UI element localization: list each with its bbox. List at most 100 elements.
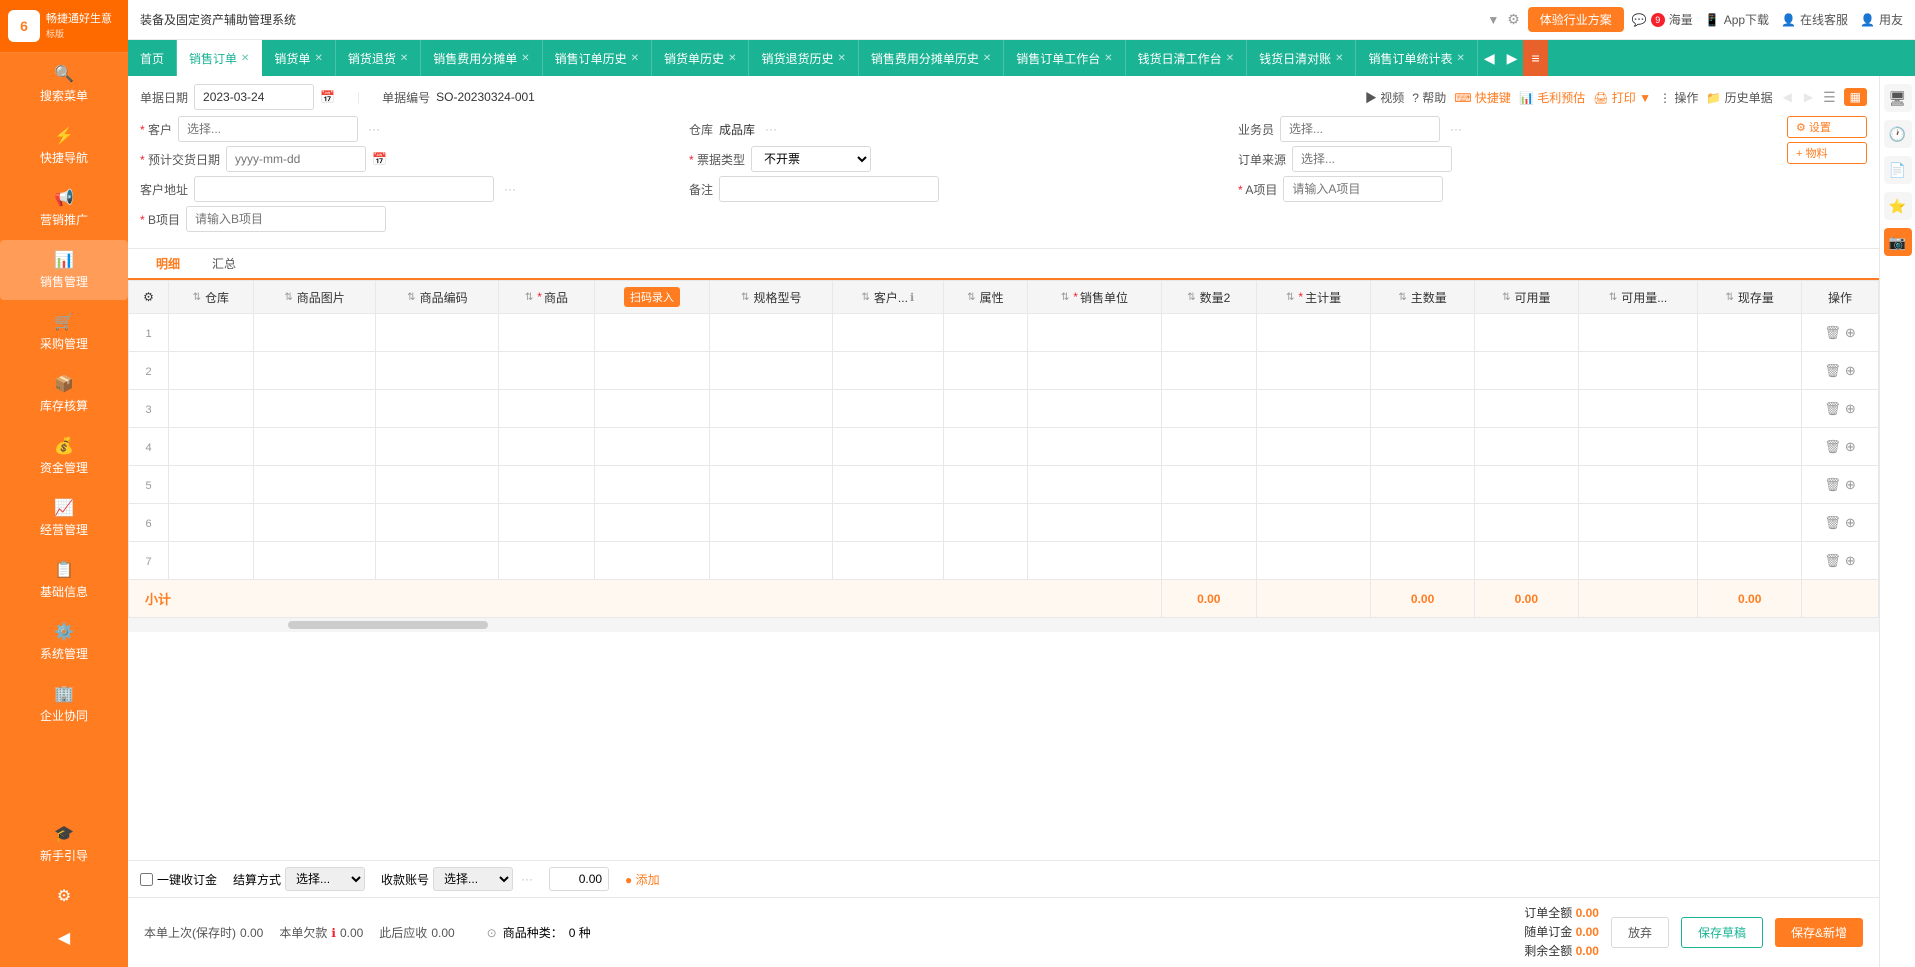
- rp-star[interactable]: ⭐: [1884, 192, 1912, 220]
- rp-paper[interactable]: 📄: [1884, 156, 1912, 184]
- rp-clock[interactable]: 🕐: [1884, 120, 1912, 148]
- cell-warehouse-1[interactable]: [169, 314, 254, 352]
- tab-close-expense[interactable]: ✕: [521, 53, 529, 64]
- sidebar-item-basic-info[interactable]: 📋 基础信息: [0, 550, 128, 610]
- tab-goods-history[interactable]: 销货单历史 ✕: [652, 40, 749, 76]
- cell-spec-2[interactable]: [710, 352, 833, 390]
- cell-code-1[interactable]: [376, 314, 499, 352]
- nav-next[interactable]: ▶: [1804, 90, 1813, 104]
- tab-expand-btn[interactable]: ≡: [1523, 40, 1547, 76]
- tab-home[interactable]: 首页: [128, 40, 177, 76]
- tab-close-expense-history[interactable]: ✕: [983, 53, 991, 64]
- cell-available-detail-2[interactable]: [1578, 352, 1698, 390]
- tab-close-order-workbench[interactable]: ✕: [1104, 53, 1112, 64]
- delete-row-5[interactable]: 🗑: [1824, 477, 1841, 493]
- copy-row-4[interactable]: ⊕: [1845, 439, 1856, 455]
- cell-qty2-3[interactable]: [1161, 390, 1256, 428]
- copy-row-2[interactable]: ⊕: [1845, 363, 1856, 379]
- tab-close-statistics[interactable]: ✕: [1457, 53, 1465, 64]
- customer-input[interactable]: [178, 116, 358, 142]
- cell-main-qty-3[interactable]: [1371, 390, 1475, 428]
- nav-prev[interactable]: ◀: [1783, 90, 1792, 104]
- tab-summary[interactable]: 汇总: [196, 249, 252, 278]
- sidebar-item-purchase[interactable]: 🛒 采购管理: [0, 302, 128, 362]
- cell-available-detail-3[interactable]: [1578, 390, 1698, 428]
- tab-close-sales-goods[interactable]: ✕: [314, 53, 322, 64]
- rp-monitor[interactable]: 🖥: [1884, 84, 1912, 112]
- sidebar-settings-btn[interactable]: ⚙: [0, 876, 128, 916]
- delete-row-7[interactable]: 🗑: [1824, 553, 1841, 569]
- user-item[interactable]: 👤 用友: [1860, 11, 1903, 28]
- order-source-input[interactable]: [1292, 146, 1452, 172]
- sidebar-collapse-btn[interactable]: ◀: [0, 918, 128, 958]
- operation-btn[interactable]: ⋮ 操作: [1659, 89, 1698, 106]
- cell-available-3[interactable]: [1474, 390, 1578, 428]
- add-payment-btn[interactable]: ● 添加: [625, 871, 660, 888]
- notes-input[interactable]: [719, 176, 939, 202]
- customer-dots[interactable]: ···: [368, 122, 380, 136]
- sidebar-item-inventory[interactable]: 📦 库存核算: [0, 364, 128, 424]
- settings-btn[interactable]: ⚙ 设置: [1787, 116, 1867, 138]
- copy-row-1[interactable]: ⊕: [1845, 325, 1856, 341]
- tab-return-history[interactable]: 销货退货历史 ✕: [749, 40, 858, 76]
- industry-btn[interactable]: 体验行业方案: [1528, 7, 1624, 32]
- cell-code-3[interactable]: [376, 390, 499, 428]
- cell-product-3[interactable]: [499, 390, 594, 428]
- online-service-item[interactable]: 👤 在线客服: [1781, 11, 1848, 28]
- tab-close-reconcile[interactable]: ✕: [1335, 53, 1343, 64]
- tab-reconcile[interactable]: 钱货日清对账 ✕: [1247, 40, 1356, 76]
- tab-sales-goods[interactable]: 销货单 ✕: [262, 40, 335, 76]
- cell-scan-1[interactable]: [594, 314, 710, 352]
- grid-view-icon[interactable]: ▦: [1844, 88, 1867, 106]
- date-input[interactable]: [194, 84, 314, 110]
- cell-attr-2[interactable]: [943, 352, 1028, 390]
- invoice-select[interactable]: 不开票 增值税发票: [751, 146, 871, 172]
- copy-row-5[interactable]: ⊕: [1845, 477, 1856, 493]
- th-settings[interactable]: ⚙: [129, 281, 169, 314]
- tab-return[interactable]: 销货退货 ✕: [336, 40, 421, 76]
- cell-customer-code-1[interactable]: [833, 314, 943, 352]
- cell-attr-3[interactable]: [943, 390, 1028, 428]
- cell-available-detail-1[interactable]: [1578, 314, 1698, 352]
- one-key-checkout-label[interactable]: 一键收订金: [140, 871, 217, 888]
- warehouse-dots[interactable]: ···: [765, 122, 777, 136]
- cell-image-1[interactable]: [253, 314, 376, 352]
- history-btn[interactable]: 📁 历史单据: [1706, 89, 1772, 106]
- salesperson-input[interactable]: [1280, 116, 1440, 142]
- payment-method-select[interactable]: 选择...: [285, 867, 365, 891]
- address-dots[interactable]: ···: [504, 182, 516, 196]
- notification-item[interactable]: 💬 9 海量: [1632, 11, 1693, 28]
- cell-image-2[interactable]: [253, 352, 376, 390]
- cell-scan-2[interactable]: [594, 352, 710, 390]
- cell-stock-2[interactable]: [1698, 352, 1802, 390]
- tab-close-sales-order[interactable]: ✕: [241, 53, 249, 64]
- delete-row-6[interactable]: 🗑: [1824, 515, 1841, 531]
- cell-qty2-1[interactable]: [1161, 314, 1256, 352]
- tab-close-return-history[interactable]: ✕: [837, 53, 845, 64]
- cell-scan-3[interactable]: [594, 390, 710, 428]
- delete-row-2[interactable]: 🗑: [1824, 363, 1841, 379]
- a-project-input[interactable]: [1283, 176, 1443, 202]
- delete-row-4[interactable]: 🗑: [1824, 439, 1841, 455]
- bank-account-select[interactable]: 选择...: [433, 867, 513, 891]
- tab-prev-btn[interactable]: ◀: [1478, 40, 1501, 76]
- cell-stock-1[interactable]: [1698, 314, 1802, 352]
- discard-btn[interactable]: 放弃: [1611, 917, 1669, 948]
- dropdown-icon[interactable]: ▼: [1487, 13, 1499, 27]
- tab-order-history[interactable]: 销售订单历史 ✕: [543, 40, 652, 76]
- app-download-item[interactable]: 📱 App下载: [1705, 11, 1769, 28]
- save-new-btn[interactable]: 保存&新增: [1775, 918, 1863, 947]
- calendar-icon[interactable]: 📅: [320, 90, 335, 104]
- cell-available-2[interactable]: [1474, 352, 1578, 390]
- scan-btn[interactable]: 扫码录入: [624, 287, 680, 307]
- b-project-input[interactable]: [186, 206, 386, 232]
- cell-main-unit-1[interactable]: [1256, 314, 1370, 352]
- print-btn[interactable]: 🖨 打印 ▼: [1593, 89, 1651, 106]
- sidebar-item-guide[interactable]: 🎓 新手引导: [0, 814, 128, 874]
- settings-icon[interactable]: ⚙: [1507, 11, 1520, 28]
- delivery-input[interactable]: [226, 146, 366, 172]
- sidebar-item-finance[interactable]: 💰 资金管理: [0, 426, 128, 486]
- sidebar-item-quick-nav[interactable]: ⚡ 快捷导航: [0, 116, 128, 176]
- cell-sales-unit-1[interactable]: [1028, 314, 1161, 352]
- cell-warehouse-2[interactable]: [169, 352, 254, 390]
